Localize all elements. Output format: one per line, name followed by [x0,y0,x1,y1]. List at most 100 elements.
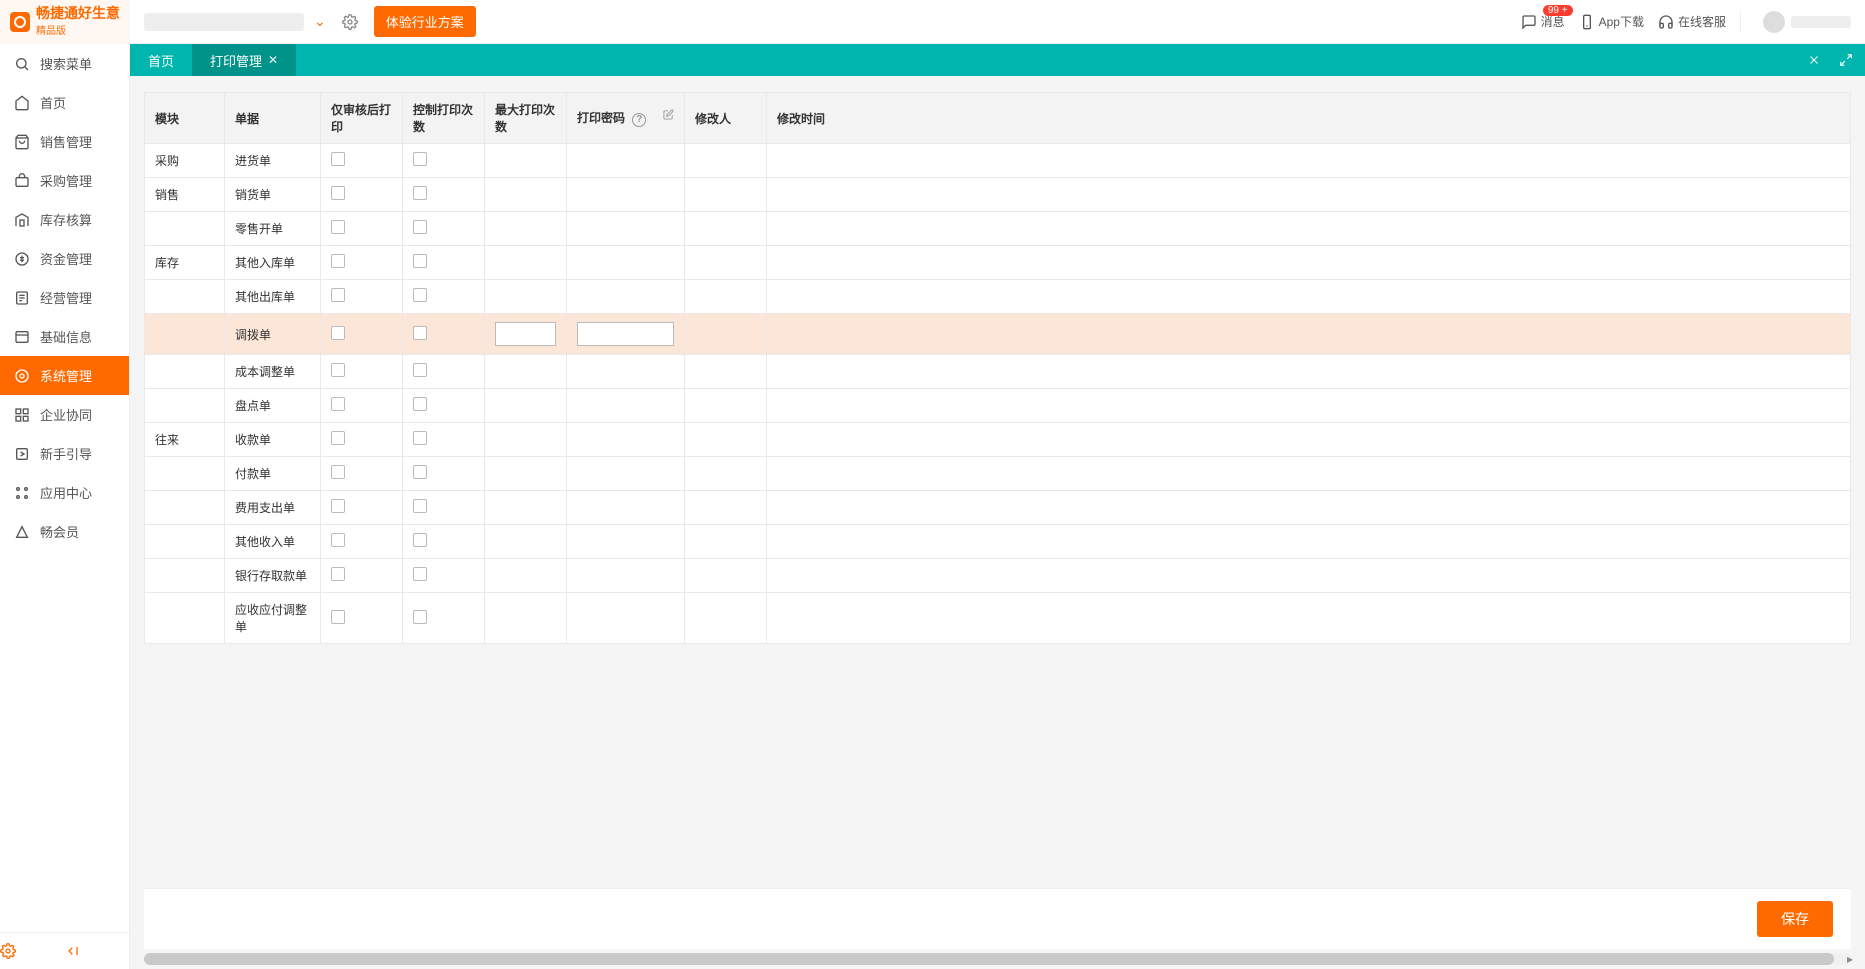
cell-max-count [485,525,567,559]
horizontal-scrollbar[interactable]: ▸ [144,953,1851,965]
cell-max-count [485,593,567,644]
purchase-icon [14,173,30,189]
table-row: 零售开单 [145,212,1851,246]
sidebar-item-vip[interactable]: 畅会员 [0,512,129,551]
sidebar-item-base[interactable]: 基础信息 [0,317,129,356]
sidebar-item-sales[interactable]: 销售管理 [0,122,129,161]
max-print-input[interactable] [495,322,556,346]
settings-icon[interactable] [342,14,358,30]
control-count-checkbox[interactable] [413,220,427,234]
mobile-icon [1579,14,1595,30]
control-count-checkbox[interactable] [413,431,427,445]
cell-module [145,389,225,423]
online-service-link[interactable]: 在线客服 [1658,13,1726,30]
control-count-checkbox[interactable] [413,499,427,513]
table-row: 调拨单 [145,314,1851,355]
messages-link[interactable]: 消息 99 + [1521,13,1565,30]
user-menu[interactable] [1763,11,1851,33]
cell-only-audited [321,178,403,212]
th-password: 打印密码 ? [567,93,685,144]
only-audited-checkbox[interactable] [331,567,345,581]
control-count-checkbox[interactable] [413,397,427,411]
sidebar-item-inventory[interactable]: 库存核算 [0,200,129,239]
cell-only-audited [321,593,403,644]
only-audited-checkbox[interactable] [331,326,345,340]
sidebar-item-home[interactable]: 首页 [0,83,129,122]
cell-control-count [403,246,485,280]
base-icon [14,329,30,345]
app-download-link[interactable]: App下载 [1579,13,1644,30]
sidebar-item-system[interactable]: 系统管理 [0,356,129,395]
only-audited-checkbox[interactable] [331,254,345,268]
sidebar-item-label: 首页 [40,93,66,112]
edit-icon[interactable] [663,109,674,120]
only-audited-checkbox[interactable] [331,533,345,547]
control-count-checkbox[interactable] [413,186,427,200]
cell-max-count [485,246,567,280]
only-audited-checkbox[interactable] [331,152,345,166]
th-max-count: 最大打印次数 [485,93,567,144]
sidebar-item-label: 采购管理 [40,171,92,190]
th-doc: 单据 [225,93,321,144]
only-audited-checkbox[interactable] [331,465,345,479]
sidebar-settings-button[interactable] [0,933,65,969]
fullscreen-button[interactable] [1835,49,1857,71]
control-count-checkbox[interactable] [413,363,427,377]
sidebar-item-enterprise[interactable]: 企业协同 [0,395,129,434]
sidebar-item-search[interactable]: 搜索菜单 [0,44,129,83]
cell-only-audited [321,212,403,246]
only-audited-checkbox[interactable] [331,288,345,302]
control-count-checkbox[interactable] [413,288,427,302]
table-row: 银行存取款单 [145,559,1851,593]
biz-icon [14,290,30,306]
sidebar-item-label: 应用中心 [40,483,92,502]
control-count-checkbox[interactable] [413,254,427,268]
help-icon[interactable]: ? [632,113,646,127]
only-audited-checkbox[interactable] [331,610,345,624]
headset-icon [1658,14,1674,30]
sidebar-collapse-button[interactable] [65,933,130,969]
cell-password [567,593,685,644]
online-service-label: 在线客服 [1678,13,1726,30]
control-count-checkbox[interactable] [413,152,427,166]
sidebar-item-label: 资金管理 [40,249,92,268]
scrollbar-thumb[interactable] [144,953,1834,965]
cell-only-audited [321,389,403,423]
cell-only-audited [321,491,403,525]
only-audited-checkbox[interactable] [331,397,345,411]
table-row: 采购进货单 [145,144,1851,178]
sidebar-item-fund[interactable]: 资金管理 [0,239,129,278]
cell-modify-time [767,144,1851,178]
inventory-icon [14,212,30,228]
scroll-right-icon[interactable]: ▸ [1847,952,1853,966]
control-count-checkbox[interactable] [413,533,427,547]
tab-close-all-button[interactable] [1803,49,1825,71]
control-count-checkbox[interactable] [413,567,427,581]
sidebar-item-biz[interactable]: 经营管理 [0,278,129,317]
cell-max-count [485,389,567,423]
cell-password [567,246,685,280]
industry-plan-button[interactable]: 体验行业方案 [374,6,476,37]
tab-打印管理[interactable]: 打印管理✕ [192,44,296,76]
save-button[interactable]: 保存 [1757,901,1833,937]
cell-max-count [485,559,567,593]
sidebar-item-purchase[interactable]: 采购管理 [0,161,129,200]
only-audited-checkbox[interactable] [331,363,345,377]
sidebar-item-guide[interactable]: 新手引导 [0,434,129,473]
only-audited-checkbox[interactable] [331,220,345,234]
org-selector[interactable]: ⌄ [144,13,326,31]
cell-module [145,355,225,389]
only-audited-checkbox[interactable] [331,186,345,200]
control-count-checkbox[interactable] [413,326,427,340]
cell-control-count [403,212,485,246]
control-count-checkbox[interactable] [413,610,427,624]
print-password-input[interactable] [577,322,674,346]
only-audited-checkbox[interactable] [331,499,345,513]
tab-首页[interactable]: 首页 [130,44,192,76]
only-audited-checkbox[interactable] [331,431,345,445]
tab-close-icon[interactable]: ✕ [268,53,278,67]
sidebar-item-appcenter[interactable]: 应用中心 [0,473,129,512]
cell-control-count [403,144,485,178]
control-count-checkbox[interactable] [413,465,427,479]
cell-control-count [403,178,485,212]
